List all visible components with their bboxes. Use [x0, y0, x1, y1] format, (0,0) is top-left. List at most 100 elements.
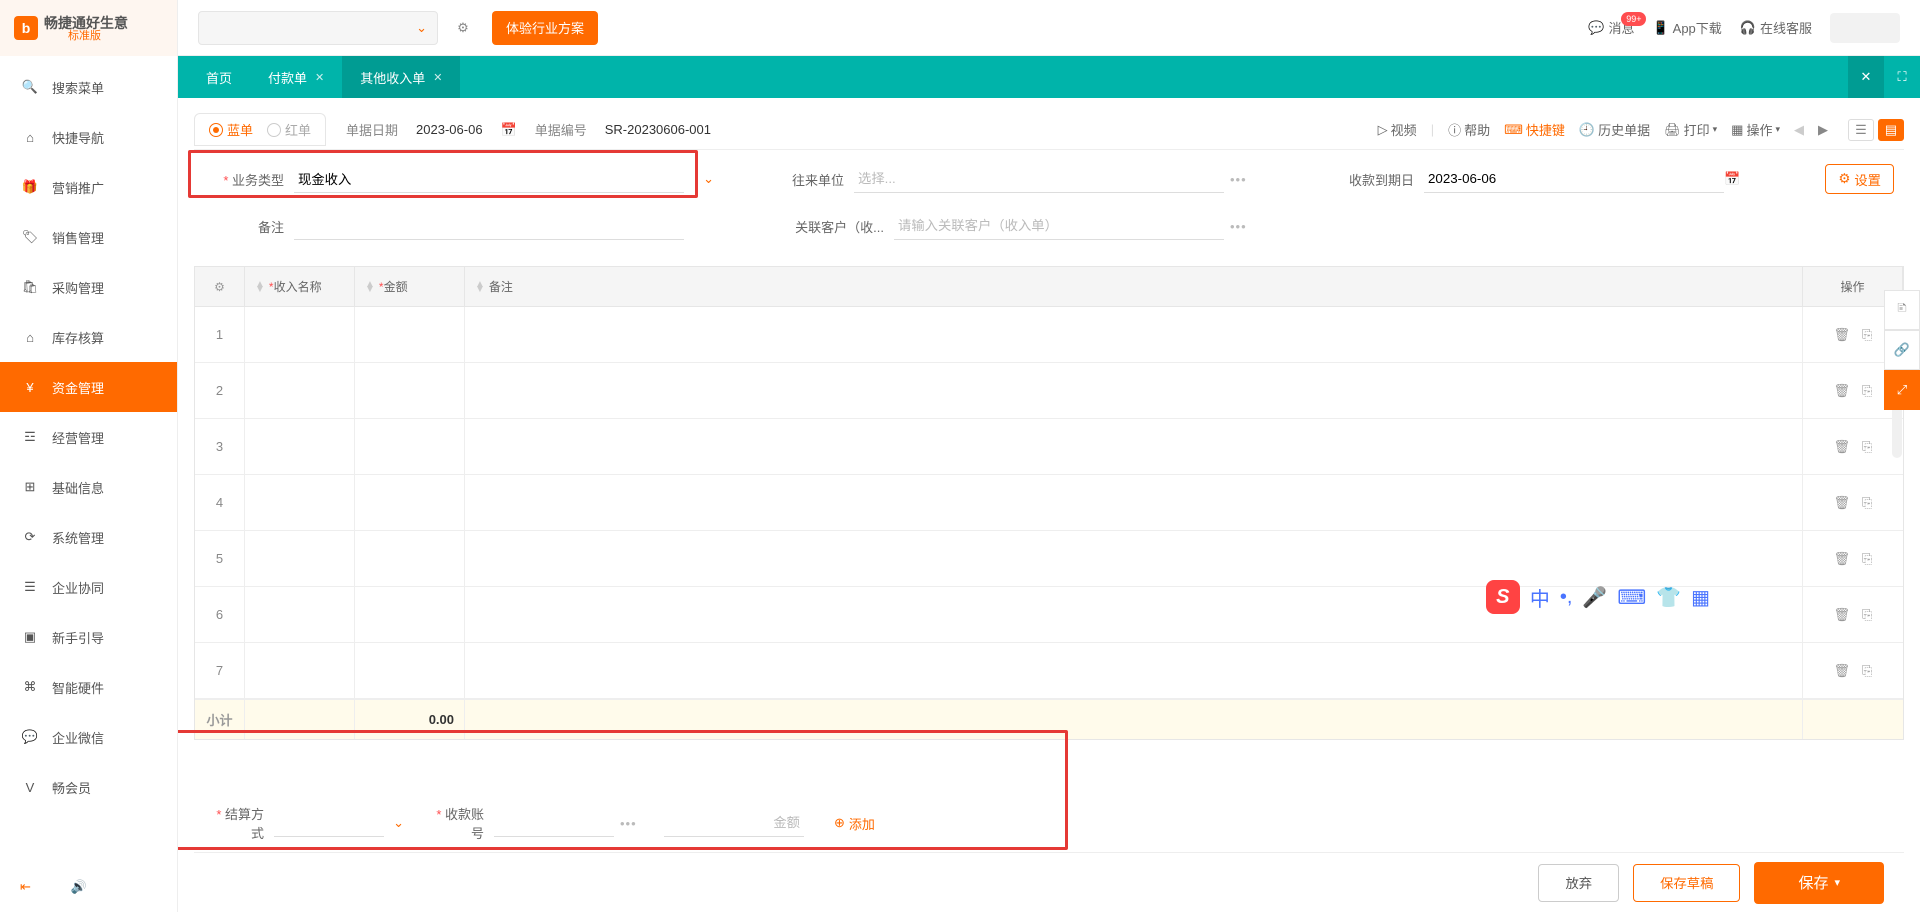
view-list-button[interactable]: ☰: [1848, 119, 1874, 141]
copy-icon[interactable]: ⎘: [1862, 607, 1872, 623]
ime-punct-icon[interactable]: •,: [1560, 586, 1573, 609]
ime-skin-icon[interactable]: 👕: [1656, 585, 1681, 610]
delete-icon[interactable]: 🗑: [1834, 383, 1851, 399]
tab-0[interactable]: 首页: [188, 56, 250, 98]
col-remark[interactable]: ▲▼备注: [465, 267, 1803, 306]
tab-1[interactable]: 付款单✕: [250, 56, 342, 98]
chevron-down-icon[interactable]: ⌄: [393, 815, 404, 831]
copy-icon[interactable]: ⎘: [1862, 551, 1872, 567]
sidebar-item-3[interactable]: 🏷销售管理: [0, 212, 177, 262]
sidebar-item-4[interactable]: 🛍采购管理: [0, 262, 177, 312]
table-row[interactable]: 5🗑⎘: [195, 531, 1903, 587]
sidebar-item-11[interactable]: ▣新手引导: [0, 612, 177, 662]
settle-account-input[interactable]: [494, 809, 614, 837]
column-settings-button[interactable]: ⚙: [195, 267, 245, 306]
sidebar-item-13[interactable]: 💬企业微信: [0, 712, 177, 762]
more-icon[interactable]: •••: [1224, 172, 1253, 187]
remark-input[interactable]: [294, 212, 684, 240]
view-form-button[interactable]: ▤: [1878, 119, 1904, 141]
nav-icon: V: [20, 777, 40, 797]
settings-button[interactable]: ⚙ 设置: [1825, 164, 1894, 194]
delete-icon[interactable]: 🗑: [1834, 551, 1851, 567]
rail-expand-button[interactable]: ⤢: [1884, 370, 1920, 410]
messages-button[interactable]: 💬 消息 99+: [1588, 18, 1634, 37]
calendar-icon[interactable]: 📅: [1724, 171, 1740, 187]
sidebar-item-6[interactable]: ¥资金管理: [0, 362, 177, 412]
more-icon[interactable]: •••: [614, 816, 643, 831]
party-input[interactable]: [854, 165, 1224, 193]
sidebar-item-12[interactable]: ⌘智能硬件: [0, 662, 177, 712]
save-button[interactable]: 保存 ▾: [1754, 862, 1884, 904]
table-row[interactable]: 4🗑⎘: [195, 475, 1903, 531]
shortcut-link[interactable]: ⌨快捷键: [1504, 120, 1565, 139]
sidebar-item-1[interactable]: ⌂快捷导航: [0, 112, 177, 162]
calendar-icon[interactable]: 📅: [501, 122, 517, 138]
collapse-icon[interactable]: ⇤: [20, 879, 31, 895]
sidebar-item-7[interactable]: ☲经营管理: [0, 412, 177, 462]
radio-blue[interactable]: 蓝单: [209, 120, 253, 139]
support-button[interactable]: 🎧 在线客服: [1740, 18, 1812, 37]
prev-icon[interactable]: ◀: [1794, 122, 1804, 138]
sound-icon[interactable]: 🔊: [71, 879, 87, 895]
sidebar-item-2[interactable]: 🎁营销推广: [0, 162, 177, 212]
print-link[interactable]: 🖨打印▾: [1664, 120, 1717, 139]
gear-icon[interactable]: ⚙: [448, 13, 478, 43]
doc-date-label: 单据日期: [346, 120, 398, 139]
sidebar-item-14[interactable]: V畅会员: [0, 762, 177, 812]
close-icon[interactable]: ✕: [315, 71, 324, 84]
settle-method-input[interactable]: [274, 809, 384, 837]
sidebar-item-10[interactable]: ☰企业协同: [0, 562, 177, 612]
more-icon[interactable]: •••: [1224, 219, 1253, 234]
close-icon[interactable]: ✕: [433, 71, 442, 84]
settle-amount-input[interactable]: [664, 809, 804, 837]
col-amount[interactable]: ▲▼* 金额: [355, 267, 465, 306]
table-row[interactable]: 7🗑⎘: [195, 643, 1903, 699]
table-row[interactable]: 1🗑⎘: [195, 307, 1903, 363]
history-link[interactable]: 🕘历史单据: [1579, 120, 1650, 139]
sidebar-item-0[interactable]: 🔍搜索菜单: [0, 62, 177, 112]
tab-close-all-button[interactable]: ✕: [1848, 56, 1884, 98]
delete-icon[interactable]: 🗑: [1834, 495, 1851, 511]
ime-mic-icon[interactable]: 🎤: [1582, 585, 1607, 610]
copy-icon[interactable]: ⎘: [1862, 327, 1872, 343]
video-link[interactable]: ▷视频: [1378, 120, 1417, 139]
col-income-name[interactable]: ▲▼* 收入名称: [245, 267, 355, 306]
related-input[interactable]: [894, 212, 1224, 240]
user-avatar[interactable]: [1830, 13, 1900, 43]
experience-plan-button[interactable]: 体验行业方案: [492, 11, 598, 45]
operate-link[interactable]: ▦操作▾: [1731, 120, 1780, 139]
ime-keyboard-icon[interactable]: ⌨: [1617, 585, 1646, 610]
copy-icon[interactable]: ⎘: [1862, 663, 1872, 679]
ime-toolbar[interactable]: S 中 •, 🎤 ⌨ 👕 ▦: [1486, 580, 1710, 614]
ime-lang[interactable]: 中: [1530, 583, 1550, 612]
copy-icon[interactable]: ⎘: [1862, 439, 1872, 455]
table-row[interactable]: 2🗑⎘: [195, 363, 1903, 419]
tab-2[interactable]: 其他收入单✕: [342, 56, 460, 98]
ime-toolbox-icon[interactable]: ▦: [1691, 585, 1710, 610]
copy-icon[interactable]: ⎘: [1862, 495, 1872, 511]
table-row[interactable]: 3🗑⎘: [195, 419, 1903, 475]
add-settle-button[interactable]: ⊕ 添加: [834, 814, 875, 833]
rail-note-button[interactable]: 🗈: [1884, 290, 1920, 330]
delete-icon[interactable]: 🗑: [1834, 663, 1851, 679]
sidebar-item-8[interactable]: ⊞基础信息: [0, 462, 177, 512]
copy-icon[interactable]: ⎘: [1862, 383, 1872, 399]
save-draft-button[interactable]: 保存草稿: [1633, 864, 1740, 902]
abandon-button[interactable]: 放弃: [1538, 864, 1619, 902]
delete-icon[interactable]: 🗑: [1834, 327, 1851, 343]
chevron-down-icon[interactable]: ⌄: [703, 171, 714, 187]
next-icon[interactable]: ▶: [1818, 122, 1828, 138]
sidebar-item-9[interactable]: ⟳系统管理: [0, 512, 177, 562]
org-selector[interactable]: ⌄: [198, 11, 438, 45]
rail-attach-button[interactable]: 🔗: [1884, 330, 1920, 370]
sidebar-item-5[interactable]: ⌂库存核算: [0, 312, 177, 362]
doc-date-value[interactable]: 2023-06-06: [416, 122, 483, 137]
app-download-button[interactable]: 📱 App下载: [1652, 18, 1721, 37]
due-input[interactable]: [1424, 165, 1724, 193]
delete-icon[interactable]: 🗑: [1834, 439, 1851, 455]
biz-type-input[interactable]: [294, 165, 684, 193]
delete-icon[interactable]: 🗑: [1834, 607, 1851, 623]
radio-red[interactable]: 红单: [267, 120, 311, 139]
help-link[interactable]: ⓘ帮助: [1448, 120, 1490, 139]
tab-fullscreen-button[interactable]: ⛶: [1884, 56, 1920, 98]
